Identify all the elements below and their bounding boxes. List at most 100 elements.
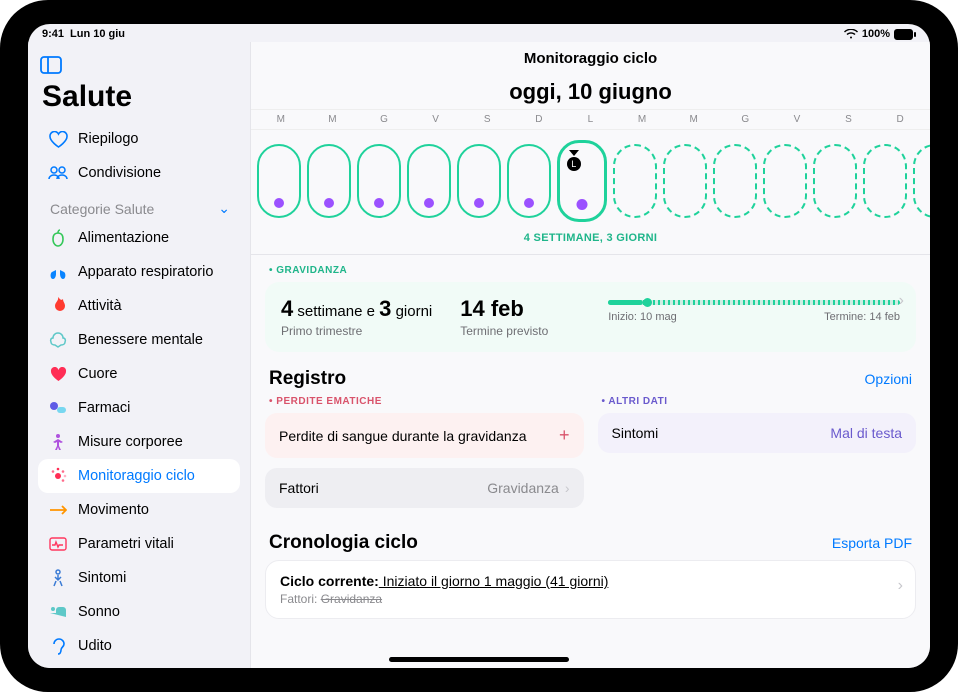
day-letter: S [823, 110, 875, 129]
sidebar-item-medications[interactable]: Farmaci [38, 391, 240, 425]
brain-icon [48, 330, 68, 350]
status-date: Lun 10 giu [70, 28, 125, 40]
sidebar-item-label: Sonno [78, 604, 120, 620]
sidebar-item-label: Benessere mentale [78, 332, 203, 348]
day-letter: L [565, 110, 617, 129]
walk-icon [48, 500, 68, 520]
sidebar-item-symptoms[interactable]: Sintomi [38, 561, 240, 595]
sidebar-item-summary[interactable]: Riepilogo [38, 122, 240, 156]
day-letter: M [616, 110, 668, 129]
sidebar-toggle-icon[interactable] [40, 56, 240, 74]
cycle-day-future[interactable] [663, 144, 707, 218]
people-icon [48, 163, 68, 183]
body-icon [48, 432, 68, 452]
day-letters-row: M M G V S D L M M G V S D [251, 109, 930, 130]
sidebar-item-label: Alimentazione [78, 230, 169, 246]
sidebar-item-label: Movimento [78, 502, 149, 518]
pregnancy-progress [608, 300, 900, 305]
history-card[interactable]: › Ciclo corrente: Iniziato il giorno 1 m… [265, 560, 916, 619]
sidebar-item-body[interactable]: Misure corporee [38, 425, 240, 459]
cycle-day[interactable] [407, 144, 451, 218]
due-label: Termine previsto [460, 324, 580, 338]
cycle-day-future[interactable] [613, 144, 657, 218]
sidebar-item-vitals[interactable]: Parametri vitali [38, 527, 240, 561]
sidebar-item-mindfulness[interactable]: Benessere mentale [38, 323, 240, 357]
export-link[interactable]: Esporta PDF [832, 535, 912, 551]
category-header-label: Categorie Salute [50, 201, 154, 217]
sidebar-item-nutrition[interactable]: Alimentazione [38, 221, 240, 255]
main-content: Monitoraggio ciclo oggi, 10 giugno L M M… [250, 42, 930, 668]
sidebar-item-label: Riepilogo [78, 131, 138, 147]
cycle-day-future[interactable] [713, 144, 757, 218]
today-heading: oggi, 10 giugno [251, 71, 930, 109]
sidebar-item-label: Farmaci [78, 400, 130, 416]
day-letter: M [668, 110, 720, 129]
sidebar-item-label: Attività [78, 298, 122, 314]
chevron-right-icon: › [898, 577, 903, 595]
cycle-day[interactable] [457, 144, 501, 218]
cycle-day[interactable] [257, 144, 301, 218]
day-letter: D [874, 110, 926, 129]
category-header[interactable]: Categorie Salute ⌄ [38, 190, 240, 221]
cycle-day[interactable] [307, 144, 351, 218]
sidebar-item-mobility[interactable]: Movimento [38, 493, 240, 527]
cycle-icon [48, 466, 68, 486]
sidebar-item-label: Misure corporee [78, 434, 183, 450]
cycle-day-future[interactable] [913, 144, 930, 218]
pregnancy-card[interactable]: › 4 settimane e 3 giorni Primo trimestre… [265, 282, 916, 352]
heart-icon [48, 364, 68, 384]
other-badge: ALTRI DATI [598, 396, 917, 413]
day-letter: V [771, 110, 823, 129]
day-letter: M [255, 110, 307, 129]
sidebar-item-sharing[interactable]: Condivisione [38, 156, 240, 190]
factors-chip[interactable]: Fattori Gravidanza› [265, 468, 584, 508]
ear-icon [48, 636, 68, 656]
battery-icon [894, 29, 916, 40]
wifi-icon [844, 29, 858, 39]
app-title: Salute [42, 80, 240, 114]
heart-outline-icon [48, 129, 68, 149]
sidebar-item-label: Cuore [78, 366, 118, 382]
cycle-day[interactable] [357, 144, 401, 218]
progress-end: Termine: 14 feb [824, 311, 900, 323]
current-cycle-text: Iniziato il giorno 1 maggio (41 giorni) [379, 573, 609, 589]
apple-icon [48, 228, 68, 248]
cycle-day-future[interactable] [813, 144, 857, 218]
pregnancy-badge: GRAVIDANZA [251, 265, 930, 282]
options-link[interactable]: Opzioni [865, 371, 912, 387]
bleeding-chip[interactable]: Perdite di sangue durante la gravidanza … [265, 413, 584, 458]
day-letter: S [461, 110, 513, 129]
pills-icon [48, 398, 68, 418]
cycle-day-today[interactable] [557, 140, 607, 222]
cycle-day-future[interactable] [763, 144, 807, 218]
sidebar-item-respiratory[interactable]: Apparato respiratorio [38, 255, 240, 289]
day-letter: D [513, 110, 565, 129]
bleeding-label: Perdite di sangue durante la gravidanza [279, 428, 527, 444]
cycle-day-future[interactable] [863, 144, 907, 218]
symptoms-value: Mal di testa [830, 425, 902, 441]
symptoms-chip[interactable]: Sintomi Mal di testa [598, 413, 917, 453]
sidebar-item-label: Condivisione [78, 165, 161, 181]
page-title: Monitoraggio ciclo [251, 42, 930, 71]
sidebar-item-sleep[interactable]: Sonno [38, 595, 240, 629]
sidebar: Salute Riepilogo Condivisione Categorie … [28, 42, 250, 668]
factors-label: Fattori [279, 480, 319, 496]
sidebar-item-label: Apparato respiratorio [78, 264, 213, 280]
sidebar-item-label: Udito [78, 638, 112, 654]
history-factors-value: Gravidanza [321, 592, 382, 606]
due-date: 14 feb [460, 296, 524, 321]
day-letter: G [358, 110, 410, 129]
sidebar-item-activity[interactable]: Attività [38, 289, 240, 323]
progress-start: Inizio: 10 mag [608, 311, 676, 323]
history-factors-label: Fattori: [280, 592, 317, 606]
sidebar-item-cycle[interactable]: Monitoraggio ciclo [38, 459, 240, 493]
chevron-right-icon: › [565, 480, 570, 496]
chevron-down-icon: ⌄ [218, 200, 230, 217]
status-bar: 9:41 Lun 10 giu 100% [28, 24, 930, 42]
cycle-day[interactable] [507, 144, 551, 218]
days-number: 3 [379, 296, 391, 321]
sidebar-item-hearing[interactable]: Udito [38, 629, 240, 663]
home-indicator[interactable] [389, 657, 569, 662]
sidebar-item-heart[interactable]: Cuore [38, 357, 240, 391]
cycle-days-row[interactable] [251, 130, 930, 228]
